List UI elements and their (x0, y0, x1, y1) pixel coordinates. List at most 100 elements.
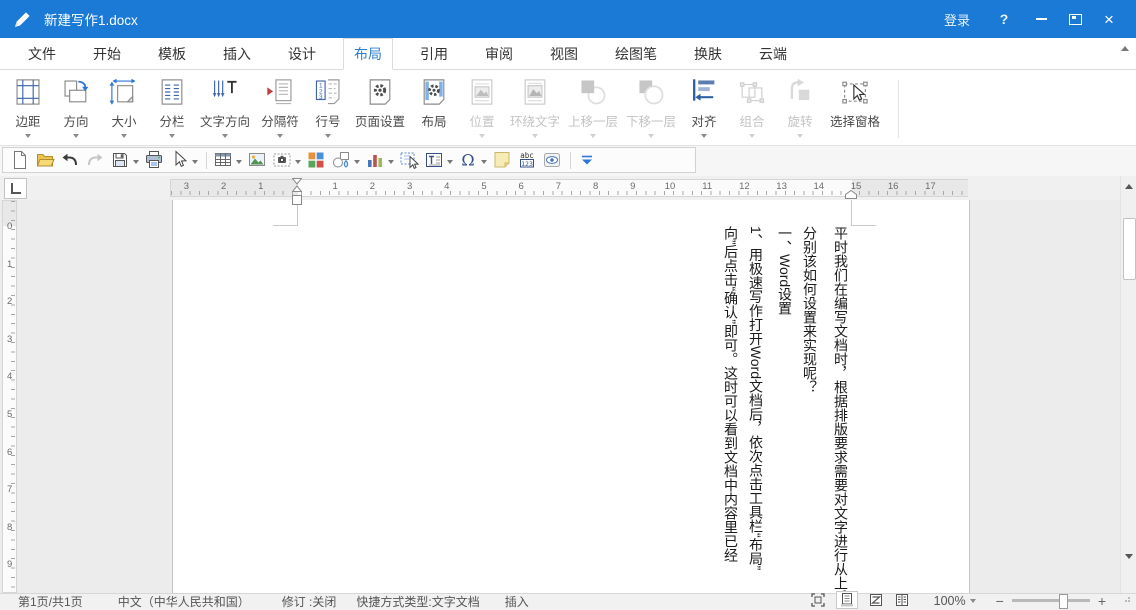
toolbar-new-document-button[interactable] (10, 150, 30, 170)
dropdown-arrow-icon[interactable] (295, 160, 301, 164)
dropdown-arrow-icon[interactable] (701, 134, 707, 138)
toolbar-text-box-button[interactable] (424, 150, 453, 170)
document-text-column[interactable]: 分别该如何设置来实现呢？ (797, 226, 822, 593)
shapes-icon (331, 150, 351, 170)
zoom-dropdown-icon[interactable] (969, 598, 976, 603)
tab-selector-button[interactable] (4, 178, 27, 199)
dropdown-arrow-icon[interactable] (325, 134, 331, 138)
dropdown-arrow-icon[interactable] (447, 160, 453, 164)
dropdown-arrow-icon[interactable] (192, 160, 198, 164)
dropdown-arrow-icon[interactable] (133, 160, 139, 164)
vertical-scrollbar[interactable] (1120, 176, 1136, 593)
close-button[interactable]: × (1092, 0, 1126, 38)
minimize-button[interactable] (1024, 0, 1058, 38)
toolbar-select-objects-button[interactable] (399, 150, 420, 170)
zoom-in-button[interactable]: + (1098, 594, 1106, 608)
maximize-button[interactable] (1058, 0, 1092, 38)
ruler-number: 6 (518, 181, 524, 192)
scrollbar-thumb[interactable] (1123, 218, 1136, 280)
document-text-column[interactable]: 平时我们在编写文档时，根据排版要求需要对文字进行从上W (828, 226, 853, 593)
tab-references[interactable]: 引用 (410, 38, 458, 69)
ribbon-selection-pane-button[interactable]: 选择窗格 (824, 74, 886, 139)
ribbon-line-numbers-button[interactable]: 1 2 3 行号 (306, 74, 350, 139)
toolbar-insert-table-button[interactable] (213, 150, 242, 170)
document-text-column[interactable]: 向”后点击“确认”即可。这时可以看到文档中内容里已经 (718, 226, 743, 593)
dropdown-arrow-icon[interactable] (169, 134, 175, 138)
tab-view[interactable]: 视图 (540, 38, 588, 69)
ribbon-size-button[interactable]: 大小 (100, 74, 148, 139)
toolbar-insert-chart-button[interactable] (365, 150, 394, 170)
ribbon-orientation-button[interactable]: 方向 (52, 74, 100, 139)
toolbar-open-file-button[interactable] (35, 150, 55, 170)
toolbar-print-button[interactable] (144, 150, 164, 170)
ruler-number: 0 (7, 221, 13, 232)
ribbon-text-direction-button[interactable]: 文字方向 (196, 74, 254, 139)
tab-cloud[interactable]: 云端 (749, 38, 797, 69)
ruler-number: 7 (7, 484, 13, 496)
first-line-indent-marker[interactable] (292, 178, 302, 206)
dropdown-arrow-icon[interactable] (277, 134, 283, 138)
scroll-up-arrow-icon[interactable] (1125, 184, 1133, 189)
toolbar-screenshot-button[interactable] (272, 150, 301, 170)
toolbar-save-button[interactable] (110, 150, 139, 170)
status-shortcut-type-indicator[interactable]: 快捷方式类型:文字文档 (356, 593, 479, 610)
ribbon-breaks-button[interactable]: 分隔符 (254, 74, 306, 139)
tab-design[interactable]: 设计 (278, 38, 326, 69)
view-fit-page-icon[interactable] (810, 592, 826, 608)
status-language-indicator[interactable]: 中文（中华人民共和国） (118, 593, 250, 610)
login-button[interactable]: 登录 (930, 0, 984, 38)
tab-skin[interactable]: 换肤 (684, 38, 732, 69)
tab-home[interactable]: 开始 (83, 38, 131, 69)
status-track-changes-indicator[interactable]: 修订 :关闭 (282, 593, 337, 610)
scroll-down-arrow-icon[interactable] (1125, 554, 1133, 559)
document-text-column[interactable]: 1、用极速写作打开Word文档后，依次点击工具栏“布局” (743, 226, 768, 593)
right-indent-marker[interactable] (845, 190, 857, 199)
status-page-indicator[interactable]: 第1页/共1页 (18, 593, 83, 610)
zoom-slider-handle[interactable] (1058, 593, 1068, 609)
zoom-out-button[interactable]: − (996, 594, 1004, 608)
toolbar-undo-button[interactable] (60, 150, 80, 170)
tab-draw-pen[interactable]: 绘图笔 (605, 38, 667, 69)
dropdown-arrow-icon[interactable] (121, 134, 127, 138)
dropdown-arrow-icon[interactable] (388, 160, 394, 164)
toolbar-insert-shapes-button[interactable] (331, 150, 360, 170)
dropdown-arrow-icon[interactable] (481, 160, 487, 164)
ribbon-margins-button[interactable]: 边距 (4, 74, 52, 139)
ribbon-align-button[interactable]: 对齐 (680, 74, 728, 139)
toolbar-customize-toolbar-button[interactable] (577, 150, 597, 170)
dropdown-arrow-icon[interactable] (236, 160, 242, 164)
toolbar-select-button[interactable] (169, 150, 198, 170)
ribbon-layout-button[interactable]: 布局 (410, 74, 458, 139)
ribbon-page-setup-button[interactable]: 页面设置 (350, 74, 410, 139)
resize-grip[interactable] (1122, 596, 1130, 605)
tab-review[interactable]: 审阅 (475, 38, 523, 69)
document-text[interactable]: 平时我们在编写文档时，根据排版要求需要对文字进行从上W 分别该如何设置来实现呢？一… (683, 226, 853, 593)
view-print-layout-icon[interactable] (835, 590, 858, 609)
tab-template[interactable]: 模板 (148, 38, 196, 69)
toolbar-sticky-note-button[interactable] (492, 150, 512, 170)
toolbar-word-count-button[interactable]: abc 123 (517, 150, 537, 170)
toolbar-insert-symbol-button[interactable]: Ω (458, 150, 487, 170)
tab-insert[interactable]: 插入 (213, 38, 261, 69)
dropdown-arrow-icon[interactable] (25, 134, 31, 138)
tab-file[interactable]: 文件 (18, 38, 66, 69)
dropdown-arrow-icon[interactable] (354, 160, 360, 164)
document-text-column[interactable]: 一、Word设置 (772, 226, 797, 593)
window-title: 新建写作1.docx (44, 13, 138, 28)
vertical-ruler[interactable]: 0 1 2 3 4 5 6 7 8 9 (2, 200, 17, 593)
toolbar-read-mode-button[interactable] (542, 150, 562, 170)
dropdown-arrow-icon[interactable] (222, 134, 228, 138)
tab-layout[interactable]: 布局 (343, 38, 393, 70)
status-insert-mode-indicator[interactable]: 插入 (505, 593, 529, 610)
view-two-column-view-icon[interactable] (894, 592, 910, 608)
ribbon-columns-button[interactable]: 分栏 (148, 74, 196, 139)
zoom-level[interactable]: 100% (934, 594, 966, 608)
view-web-layout-icon[interactable] (868, 592, 884, 608)
ribbon-collapse-arrow-icon[interactable] (1121, 46, 1129, 51)
zoom-slider[interactable] (1011, 593, 1090, 609)
table-icon (213, 150, 233, 170)
help-button[interactable]: ? (984, 0, 1024, 38)
toolbar-insert-picture-button[interactable] (247, 150, 267, 170)
toolbar-smartart-button[interactable] (306, 150, 326, 170)
dropdown-arrow-icon[interactable] (73, 134, 79, 138)
